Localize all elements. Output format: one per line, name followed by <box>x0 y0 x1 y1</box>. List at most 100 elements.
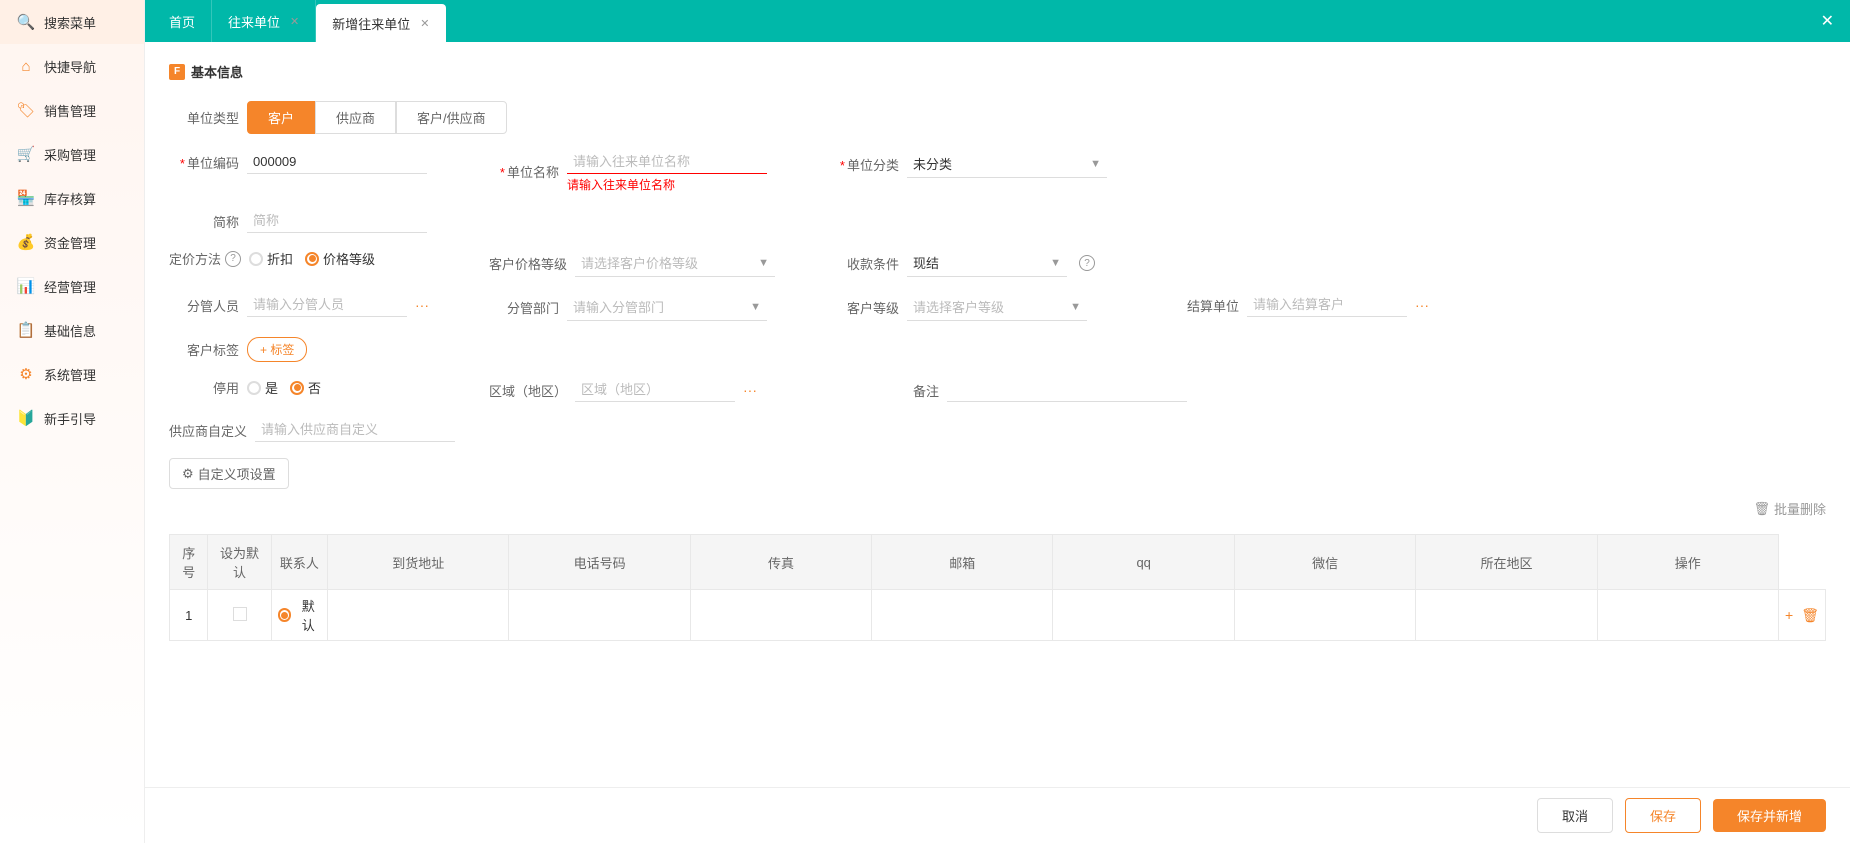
region-more-icon[interactable]: ··· <box>743 382 757 398</box>
sidebar-item-label: 库存核算 <box>44 189 96 208</box>
sidebar-item-guide[interactable]: 🔰 新手引导 <box>0 396 144 440</box>
unit-category-select[interactable]: 未分类 ▼ <box>907 150 1107 178</box>
manager-label: 分管人员 <box>169 296 239 315</box>
purchase-icon: 🛒 <box>16 144 36 164</box>
pricing-help-icon[interactable]: ? <box>225 251 241 267</box>
sidebar-item-label: 资金管理 <box>44 233 96 252</box>
disabled-yes[interactable]: 是 <box>247 378 278 397</box>
custom-settings-button[interactable]: ⚙ 自定义项设置 <box>169 458 289 489</box>
supplier-custom-input[interactable] <box>255 418 455 442</box>
customer-level-select[interactable]: 请选择客户等级 ▼ <box>907 293 1087 321</box>
payment-help-icon[interactable]: ? <box>1079 255 1095 271</box>
row-contact[interactable] <box>328 590 509 641</box>
settlement-more-icon[interactable]: ··· <box>1415 297 1429 313</box>
manager-input[interactable] <box>247 293 407 317</box>
sidebar-item-finance[interactable]: 💰 资金管理 <box>0 220 144 264</box>
row-region[interactable] <box>1597 590 1778 641</box>
row-email[interactable] <box>1053 590 1234 641</box>
no-radio[interactable] <box>290 381 304 395</box>
row-checkbox-input[interactable] <box>233 607 247 621</box>
chevron-down-icon: ▼ <box>1070 301 1081 313</box>
supplier-custom-row: 供应商自定义 <box>169 418 1826 442</box>
close-all-tabs[interactable]: ✕ <box>1813 11 1842 31</box>
pricing-method-field: 定价方法 ? 折扣 价格等级 <box>169 249 489 268</box>
base-icon: 📋 <box>16 320 36 340</box>
department-select[interactable]: 请输入分管部门 ▼ <box>567 293 767 321</box>
department-label: 分管部门 <box>489 298 559 317</box>
unit-type-row: 单位类型 客户 供应商 客户/供应商 <box>169 101 1826 134</box>
cancel-button[interactable]: 取消 <box>1537 798 1613 833</box>
row-wechat[interactable] <box>1416 590 1597 641</box>
sidebar-item-sales[interactable]: 🏷 销售管理 <box>0 88 144 132</box>
unit-name-input[interactable] <box>567 150 767 174</box>
sidebar-item-label: 快捷导航 <box>44 57 96 76</box>
yes-radio[interactable] <box>247 381 261 395</box>
unit-type-customer[interactable]: 客户 <box>247 101 315 134</box>
pricing-row: 定价方法 ? 折扣 价格等级 客户价格等级 请选择客户价 <box>169 249 1826 277</box>
shortname-row: 简称 <box>169 209 1826 233</box>
disabled-radio-group: 是 否 <box>247 378 321 397</box>
row-qq[interactable] <box>1234 590 1415 641</box>
sidebar-item-system[interactable]: ⚙ 系统管理 <box>0 352 144 396</box>
sidebar-item-operation[interactable]: 📊 经营管理 <box>0 264 144 308</box>
customer-tags-label: 客户标签 <box>169 340 239 359</box>
settlement-unit-field: 结算单位 ··· <box>1169 293 1509 317</box>
customer-price-level-label: 客户价格等级 <box>489 254 567 273</box>
row-actions: + 🗑 <box>1778 590 1825 641</box>
region-input[interactable] <box>575 378 735 402</box>
sidebar-item-label: 系统管理 <box>44 365 96 384</box>
manager-more-icon[interactable]: ··· <box>415 297 429 313</box>
operation-icon: 📊 <box>16 276 36 296</box>
save-new-button[interactable]: 保存并新增 <box>1713 799 1826 832</box>
payment-terms-field: 收款条件 现结 ▼ ? <box>829 249 1209 277</box>
unit-code-input[interactable] <box>247 150 427 174</box>
remark-input[interactable] <box>947 378 1187 402</box>
tab-partners-close[interactable]: ✕ <box>290 15 299 28</box>
price-level-radio[interactable] <box>305 252 319 266</box>
short-name-label: 简称 <box>169 212 239 231</box>
chevron-down-icon: ▼ <box>750 301 761 313</box>
pricing-radio-group: 折扣 价格等级 <box>249 249 375 268</box>
unit-category-field: *单位分类 未分类 ▼ <box>829 150 1169 178</box>
unit-type-field: 单位类型 客户 供应商 客户/供应商 <box>169 101 1826 134</box>
add-row-icon[interactable]: + <box>1785 607 1793 623</box>
save-button[interactable]: 保存 <box>1625 798 1701 833</box>
pricing-price-level[interactable]: 价格等级 <box>305 249 375 268</box>
settings-gear-icon: ⚙ <box>182 466 194 482</box>
delete-row-icon[interactable]: 🗑 <box>1801 607 1819 624</box>
row-phone[interactable] <box>690 590 871 641</box>
disabled-region-row: 停用 是 否 区域（地区） ··· 备注 <box>169 378 1826 402</box>
batch-delete-button[interactable]: 🗑 批量删除 <box>1753 499 1826 518</box>
supplier-custom-label: 供应商自定义 <box>169 421 247 440</box>
sidebar-item-inventory[interactable]: 🏪 库存核算 <box>0 176 144 220</box>
bottom-bar: 取消 保存 保存并新增 <box>145 787 1850 843</box>
sidebar-item-purchase[interactable]: 🛒 采购管理 <box>0 132 144 176</box>
customer-level-label: 客户等级 <box>829 298 899 317</box>
row-default-radio[interactable]: 默认 <box>278 596 321 634</box>
col-email: 邮箱 <box>872 535 1053 590</box>
sidebar-item-label: 搜索菜单 <box>44 13 96 32</box>
main-area: 首页 往来单位 ✕ 新增往来单位 ✕ ✕ F 基本信息 单位类型 客户 供应商 <box>145 0 1850 843</box>
sidebar-item-search[interactable]: 🔍 搜索菜单 <box>0 0 144 44</box>
unit-type-both[interactable]: 客户/供应商 <box>396 101 507 134</box>
settlement-unit-input[interactable] <box>1247 293 1407 317</box>
row-fax[interactable] <box>872 590 1053 641</box>
tab-new-partner-close[interactable]: ✕ <box>420 17 429 30</box>
add-tag-button[interactable]: + 标签 <box>247 337 307 362</box>
tab-partners[interactable]: 往来单位 ✕ <box>212 0 316 42</box>
row-address[interactable] <box>509 590 690 641</box>
chevron-down-icon: ▼ <box>758 257 769 269</box>
short-name-input[interactable] <box>247 209 427 233</box>
unit-type-supplier[interactable]: 供应商 <box>315 101 396 134</box>
disabled-no[interactable]: 否 <box>290 378 321 397</box>
inventory-icon: 🏪 <box>16 188 36 208</box>
sidebar-item-quicknav[interactable]: ⌂ 快捷导航 <box>0 44 144 88</box>
customer-price-level-select[interactable]: 请选择客户价格等级 ▼ <box>575 249 775 277</box>
tab-new-partner[interactable]: 新增往来单位 ✕ <box>316 4 446 42</box>
payment-terms-select[interactable]: 现结 ▼ <box>907 249 1067 277</box>
tab-home[interactable]: 首页 <box>153 0 212 42</box>
sidebar-item-base[interactable]: 📋 基础信息 <box>0 308 144 352</box>
pricing-discount[interactable]: 折扣 <box>249 249 293 268</box>
discount-radio[interactable] <box>249 252 263 266</box>
disabled-field: 停用 是 否 <box>169 378 489 397</box>
